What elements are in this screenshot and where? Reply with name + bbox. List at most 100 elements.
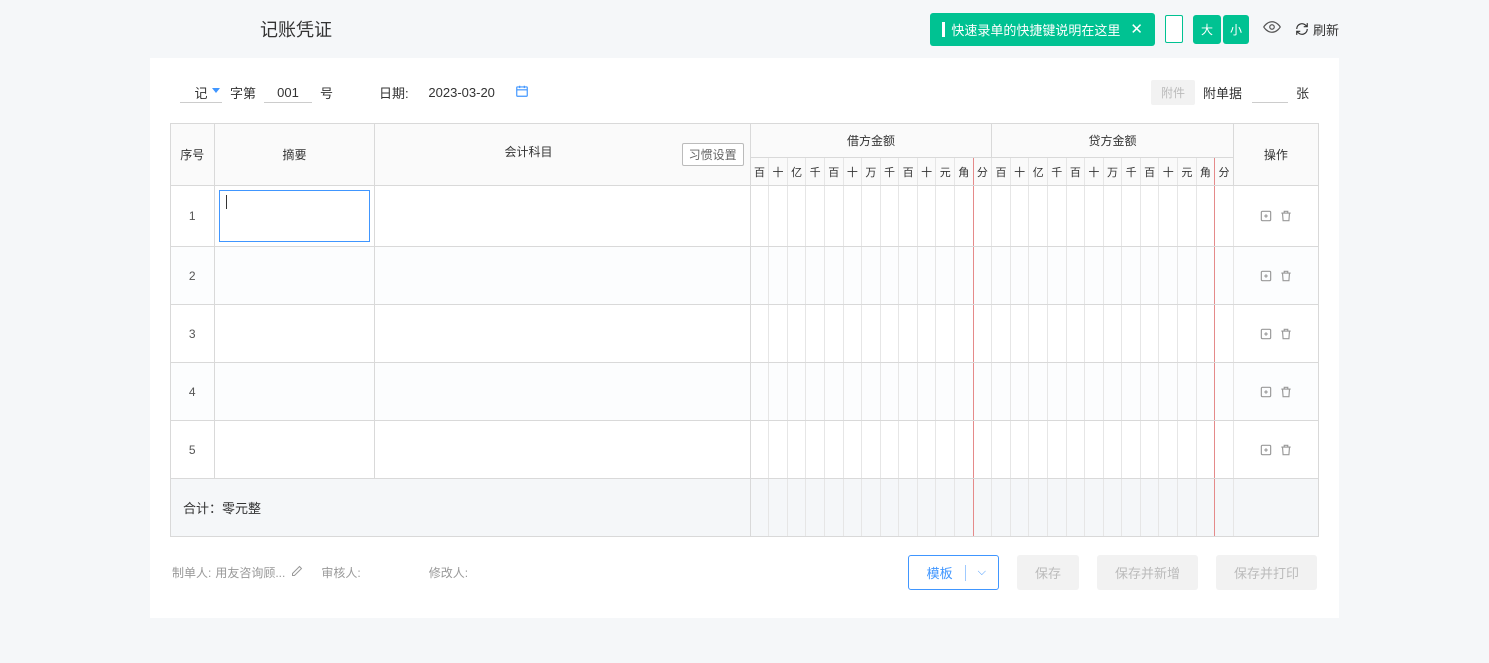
cell-digit[interactable] xyxy=(1215,363,1234,421)
cell-summary[interactable] xyxy=(214,247,375,305)
cell-digit[interactable] xyxy=(936,247,955,305)
cell-digit[interactable] xyxy=(787,421,806,479)
cell-digit[interactable] xyxy=(899,305,918,363)
cell-digit[interactable] xyxy=(1103,247,1122,305)
save-button[interactable]: 保存 xyxy=(1017,555,1079,590)
cell-digit[interactable] xyxy=(1103,305,1122,363)
cell-digit[interactable] xyxy=(973,421,992,479)
cell-digit[interactable] xyxy=(955,247,974,305)
eye-icon[interactable] xyxy=(1259,14,1285,45)
cell-digit[interactable] xyxy=(1029,305,1048,363)
cell-digit[interactable] xyxy=(806,186,825,247)
cell-digit[interactable] xyxy=(806,363,825,421)
cell-digit[interactable] xyxy=(899,363,918,421)
cell-digit[interactable] xyxy=(917,247,936,305)
cell-digit[interactable] xyxy=(917,421,936,479)
cell-digit[interactable] xyxy=(1122,186,1141,247)
cell-digit[interactable] xyxy=(1215,305,1234,363)
cell-digit[interactable] xyxy=(1066,421,1085,479)
cell-digit[interactable] xyxy=(1047,421,1066,479)
cell-digit[interactable] xyxy=(936,421,955,479)
cell-digit[interactable] xyxy=(1196,305,1215,363)
cell-digit[interactable] xyxy=(1122,305,1141,363)
cell-digit[interactable] xyxy=(1140,421,1159,479)
cell-digit[interactable] xyxy=(1196,247,1215,305)
cell-digit[interactable] xyxy=(917,305,936,363)
cell-digit[interactable] xyxy=(992,421,1011,479)
cell-digit[interactable] xyxy=(1010,305,1029,363)
cell-digit[interactable] xyxy=(1196,421,1215,479)
attachment-count-input[interactable] xyxy=(1252,83,1288,103)
cell-digit[interactable] xyxy=(843,421,862,479)
cell-digit[interactable] xyxy=(1010,363,1029,421)
cell-digit[interactable] xyxy=(1085,186,1104,247)
cell-digit[interactable] xyxy=(1178,186,1197,247)
cell-digit[interactable] xyxy=(880,363,899,421)
cell-digit[interactable] xyxy=(1047,186,1066,247)
cell-digit[interactable] xyxy=(955,305,974,363)
cell-digit[interactable] xyxy=(806,247,825,305)
cell-digit[interactable] xyxy=(1066,247,1085,305)
cell-digit[interactable] xyxy=(1196,186,1215,247)
cell-digit[interactable] xyxy=(787,186,806,247)
cell-digit[interactable] xyxy=(880,247,899,305)
cell-account[interactable] xyxy=(375,186,750,247)
cell-digit[interactable] xyxy=(1159,363,1178,421)
cell-account[interactable] xyxy=(375,305,750,363)
hint-close-icon[interactable]: ✕ xyxy=(1130,20,1143,38)
cell-digit[interactable] xyxy=(992,186,1011,247)
cell-digit[interactable] xyxy=(1103,186,1122,247)
cell-digit[interactable] xyxy=(1066,186,1085,247)
cell-digit[interactable] xyxy=(787,305,806,363)
cell-digit[interactable] xyxy=(1029,247,1048,305)
voucher-type-input[interactable] xyxy=(180,83,222,103)
cell-digit[interactable] xyxy=(1196,363,1215,421)
cell-digit[interactable] xyxy=(1047,247,1066,305)
cell-digit[interactable] xyxy=(769,305,788,363)
cell-summary[interactable] xyxy=(214,363,375,421)
cell-digit[interactable] xyxy=(899,186,918,247)
cell-digit[interactable] xyxy=(1122,247,1141,305)
cell-digit[interactable] xyxy=(806,421,825,479)
cell-digit[interactable] xyxy=(1047,363,1066,421)
cell-digit[interactable] xyxy=(750,305,769,363)
cell-digit[interactable] xyxy=(769,186,788,247)
cell-digit[interactable] xyxy=(936,305,955,363)
cell-digit[interactable] xyxy=(1140,247,1159,305)
cell-digit[interactable] xyxy=(1159,421,1178,479)
cell-digit[interactable] xyxy=(750,421,769,479)
cell-digit[interactable] xyxy=(769,247,788,305)
size-large-button[interactable]: 大 xyxy=(1193,15,1221,44)
cell-digit[interactable] xyxy=(1029,363,1048,421)
cell-digit[interactable] xyxy=(1029,421,1048,479)
add-row-icon[interactable] xyxy=(1259,442,1273,457)
cell-digit[interactable] xyxy=(1178,305,1197,363)
delete-row-icon[interactable] xyxy=(1279,209,1293,224)
delete-row-icon[interactable] xyxy=(1279,442,1293,457)
cell-digit[interactable] xyxy=(750,186,769,247)
cell-digit[interactable] xyxy=(1159,247,1178,305)
cell-digit[interactable] xyxy=(1047,305,1066,363)
cell-digit[interactable] xyxy=(955,363,974,421)
cell-digit[interactable] xyxy=(787,363,806,421)
cell-digit[interactable] xyxy=(1066,363,1085,421)
refresh-button[interactable]: 刷新 xyxy=(1295,20,1339,39)
cell-digit[interactable] xyxy=(1178,421,1197,479)
date-input[interactable] xyxy=(417,83,507,102)
cell-digit[interactable] xyxy=(880,421,899,479)
voucher-type-dropdown[interactable] xyxy=(180,83,222,103)
cell-digit[interactable] xyxy=(824,186,843,247)
cell-digit[interactable] xyxy=(899,247,918,305)
cell-account[interactable] xyxy=(375,247,750,305)
cell-digit[interactable] xyxy=(750,247,769,305)
cell-digit[interactable] xyxy=(936,186,955,247)
cell-digit[interactable] xyxy=(769,421,788,479)
voucher-number-input[interactable] xyxy=(264,83,312,103)
cell-digit[interactable] xyxy=(1010,186,1029,247)
add-row-icon[interactable] xyxy=(1259,326,1273,341)
save-print-button[interactable]: 保存并打印 xyxy=(1216,555,1317,590)
cell-digit[interactable] xyxy=(1085,305,1104,363)
cell-digit[interactable] xyxy=(917,363,936,421)
cell-digit[interactable] xyxy=(992,305,1011,363)
save-add-button[interactable]: 保存并新增 xyxy=(1097,555,1198,590)
